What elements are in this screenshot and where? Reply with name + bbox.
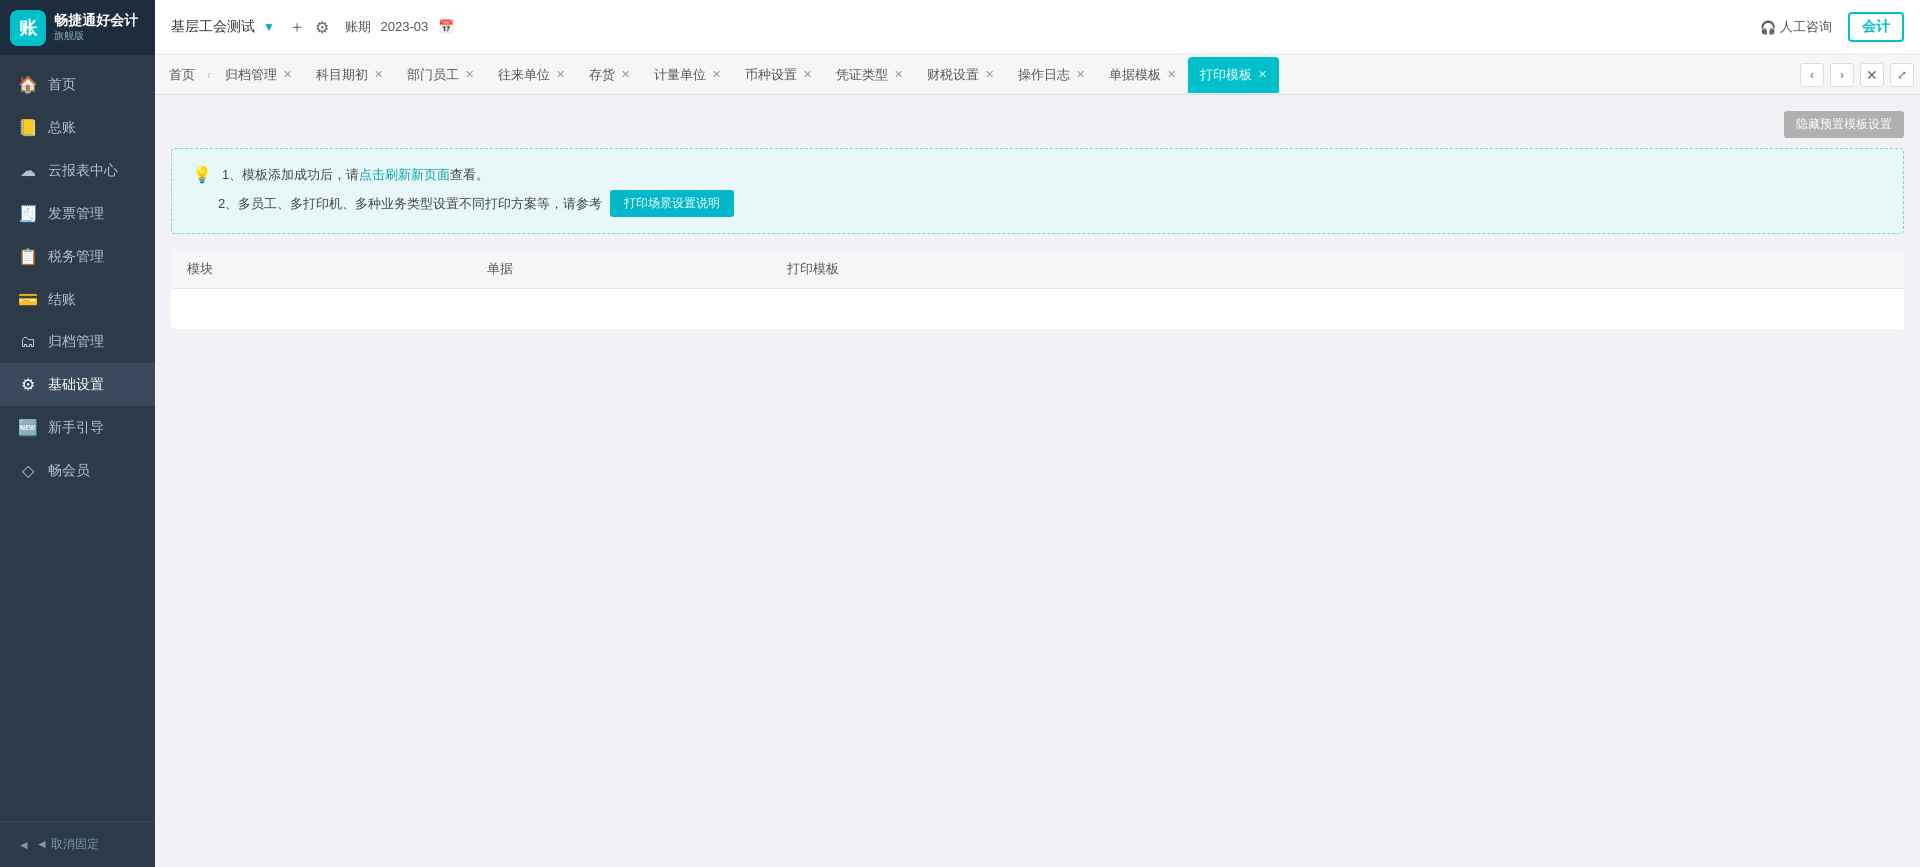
table-body-empty <box>171 289 1904 329</box>
tab-prev-button[interactable]: ‹ <box>1800 63 1824 87</box>
print-template-table: 模块 单据 打印模板 <box>171 250 1904 329</box>
sidebar-logo: 账 畅捷通好会计 旗舰版 <box>0 0 155 55</box>
tab-close-inventory[interactable]: ✕ <box>621 68 630 81</box>
tab-subject[interactable]: 科目期初 ✕ <box>304 57 395 93</box>
home-icon: 🏠 <box>18 75 38 94</box>
sidebar-unpin-button[interactable]: ◄ ◄ 取消固定 <box>0 821 155 867</box>
tab-close-all-button[interactable]: ✕ <box>1860 63 1884 87</box>
tab-close-subject[interactable]: ✕ <box>374 68 383 81</box>
archive-icon: 🗂 <box>18 333 38 351</box>
sidebar-item-archive[interactable]: 🗂 归档管理 <box>0 321 155 363</box>
tab-inventory[interactable]: 存货 ✕ <box>577 57 642 93</box>
tax-icon: 📋 <box>18 247 38 266</box>
add-company-button[interactable]: ＋ <box>289 17 305 38</box>
tab-currency[interactable]: 币种设置 ✕ <box>733 57 824 93</box>
tab-expand-button[interactable]: ⤢ <box>1890 63 1914 87</box>
tab-close-print-template[interactable]: ✕ <box>1258 68 1267 81</box>
accountant-button[interactable]: 会计 <box>1848 12 1904 42</box>
sidebar-item-tax[interactable]: 📋 税务管理 <box>0 235 155 278</box>
hide-preset-template-button[interactable]: 隐藏预置模板设置 <box>1784 111 1904 138</box>
cloud-icon: ☁ <box>18 161 38 180</box>
sidebar-item-home[interactable]: 🏠 首页 <box>0 63 155 106</box>
help-button[interactable]: 🎧 人工咨询 <box>1760 18 1832 36</box>
sidebar-item-guide[interactable]: 🆕 新手引导 <box>0 406 155 449</box>
sidebar-item-invoice[interactable]: 🧾 发票管理 <box>0 192 155 235</box>
col-header-voucher: 单据 <box>487 260 787 278</box>
main-area: 基层工会测试 ▼ ＋ ⚙ 账期 2023-03 📅 🎧 人工咨询 会计 首页 ‹… <box>155 0 1920 867</box>
pin-icon: ◄ <box>18 838 30 852</box>
tab-close-unit[interactable]: ✕ <box>712 68 721 81</box>
print-scene-settings-button[interactable]: 打印场景设置说明 <box>610 190 734 217</box>
member-icon: ◇ <box>18 461 38 480</box>
info-row-2: 2、多员工、多打印机、多种业务类型设置不同打印方案等，请参考 打印场景设置说明 <box>218 190 1883 217</box>
tab-department[interactable]: 部门员工 ✕ <box>395 57 486 93</box>
guide-icon: 🆕 <box>18 418 38 437</box>
invoice-icon: 🧾 <box>18 204 38 223</box>
tab-close-partner[interactable]: ✕ <box>556 68 565 81</box>
sidebar-item-ledger[interactable]: 📒 总账 <box>0 106 155 149</box>
calendar-icon[interactable]: 📅 <box>438 19 454 34</box>
tab-close-tax-settings[interactable]: ✕ <box>985 68 994 81</box>
app-logo-icon: 账 <box>10 10 46 46</box>
tab-close-operation-log[interactable]: ✕ <box>1076 68 1085 81</box>
tab-close-archive[interactable]: ✕ <box>283 68 292 81</box>
tab-next-button[interactable]: › <box>1830 63 1854 87</box>
content-area: 隐藏预置模板设置 💡 1、模板添加成功后，请 点击刷新新页面 查看。 2、多员工… <box>155 95 1920 867</box>
tab-close-single-template[interactable]: ✕ <box>1167 68 1176 81</box>
tab-voucher-type[interactable]: 凭证类型 ✕ <box>824 57 915 93</box>
info-row-1: 💡 1、模板添加成功后，请 点击刷新新页面 查看。 <box>192 165 1883 184</box>
company-name: 基层工会测试 ▼ <box>171 18 275 36</box>
info-box: 💡 1、模板添加成功后，请 点击刷新新页面 查看。 2、多员工、多打印机、多种业… <box>171 148 1904 234</box>
sidebar-item-closing[interactable]: 💳 结账 <box>0 278 155 321</box>
tab-tax-settings[interactable]: 财税设置 ✕ <box>915 57 1006 93</box>
sidebar-item-settings[interactable]: ⚙ 基础设置 <box>0 363 155 406</box>
company-settings-button[interactable]: ⚙ <box>315 18 329 37</box>
ledger-icon: 📒 <box>18 118 38 137</box>
settings-icon: ⚙ <box>18 375 38 394</box>
tab-close-department[interactable]: ✕ <box>465 68 474 81</box>
tab-operation-log[interactable]: 操作日志 ✕ <box>1006 57 1097 93</box>
sidebar-item-member[interactable]: ◇ 畅会员 <box>0 449 155 492</box>
company-dropdown[interactable]: ▼ <box>263 20 275 34</box>
tab-partner[interactable]: 往来单位 ✕ <box>486 57 577 93</box>
table-header: 模块 单据 打印模板 <box>171 250 1904 289</box>
sidebar: 账 畅捷通好会计 旗舰版 🏠 首页 📒 总账 ☁ 云报表中心 🧾 发票管理 📋 … <box>0 0 155 867</box>
topbar-right: 🎧 人工咨询 会计 <box>1760 12 1904 42</box>
app-logo-text: 畅捷通好会计 旗舰版 <box>54 12 138 43</box>
tab-home[interactable]: 首页 <box>159 57 205 93</box>
accounting-period: 账期 2023-03 📅 <box>345 18 454 36</box>
tab-separator: ‹ <box>205 68 213 82</box>
tab-print-template[interactable]: 打印模板 ✕ <box>1188 57 1279 93</box>
tab-close-currency[interactable]: ✕ <box>803 68 812 81</box>
sidebar-item-reports[interactable]: ☁ 云报表中心 <box>0 149 155 192</box>
tab-close-voucher-type[interactable]: ✕ <box>894 68 903 81</box>
tab-archive[interactable]: 归档管理 ✕ <box>213 57 304 93</box>
headset-icon: 🎧 <box>1760 20 1776 35</box>
closing-icon: 💳 <box>18 290 38 309</box>
tab-single-template[interactable]: 单据模板 ✕ <box>1097 57 1188 93</box>
topbar: 基层工会测试 ▼ ＋ ⚙ 账期 2023-03 📅 🎧 人工咨询 会计 <box>155 0 1920 55</box>
sidebar-nav: 🏠 首页 📒 总账 ☁ 云报表中心 🧾 发票管理 📋 税务管理 💳 结账 🗂 归… <box>0 55 155 821</box>
refresh-link[interactable]: 点击刷新新页面 <box>359 166 450 184</box>
tabbar: 首页 ‹ 归档管理 ✕ 科目期初 ✕ 部门员工 ✕ 往来单位 ✕ 存货 ✕ 计量… <box>155 55 1920 95</box>
bulb-icon: 💡 <box>192 165 212 184</box>
col-header-module: 模块 <box>187 260 487 278</box>
tab-unit[interactable]: 计量单位 ✕ <box>642 57 733 93</box>
col-header-template: 打印模板 <box>787 260 1888 278</box>
